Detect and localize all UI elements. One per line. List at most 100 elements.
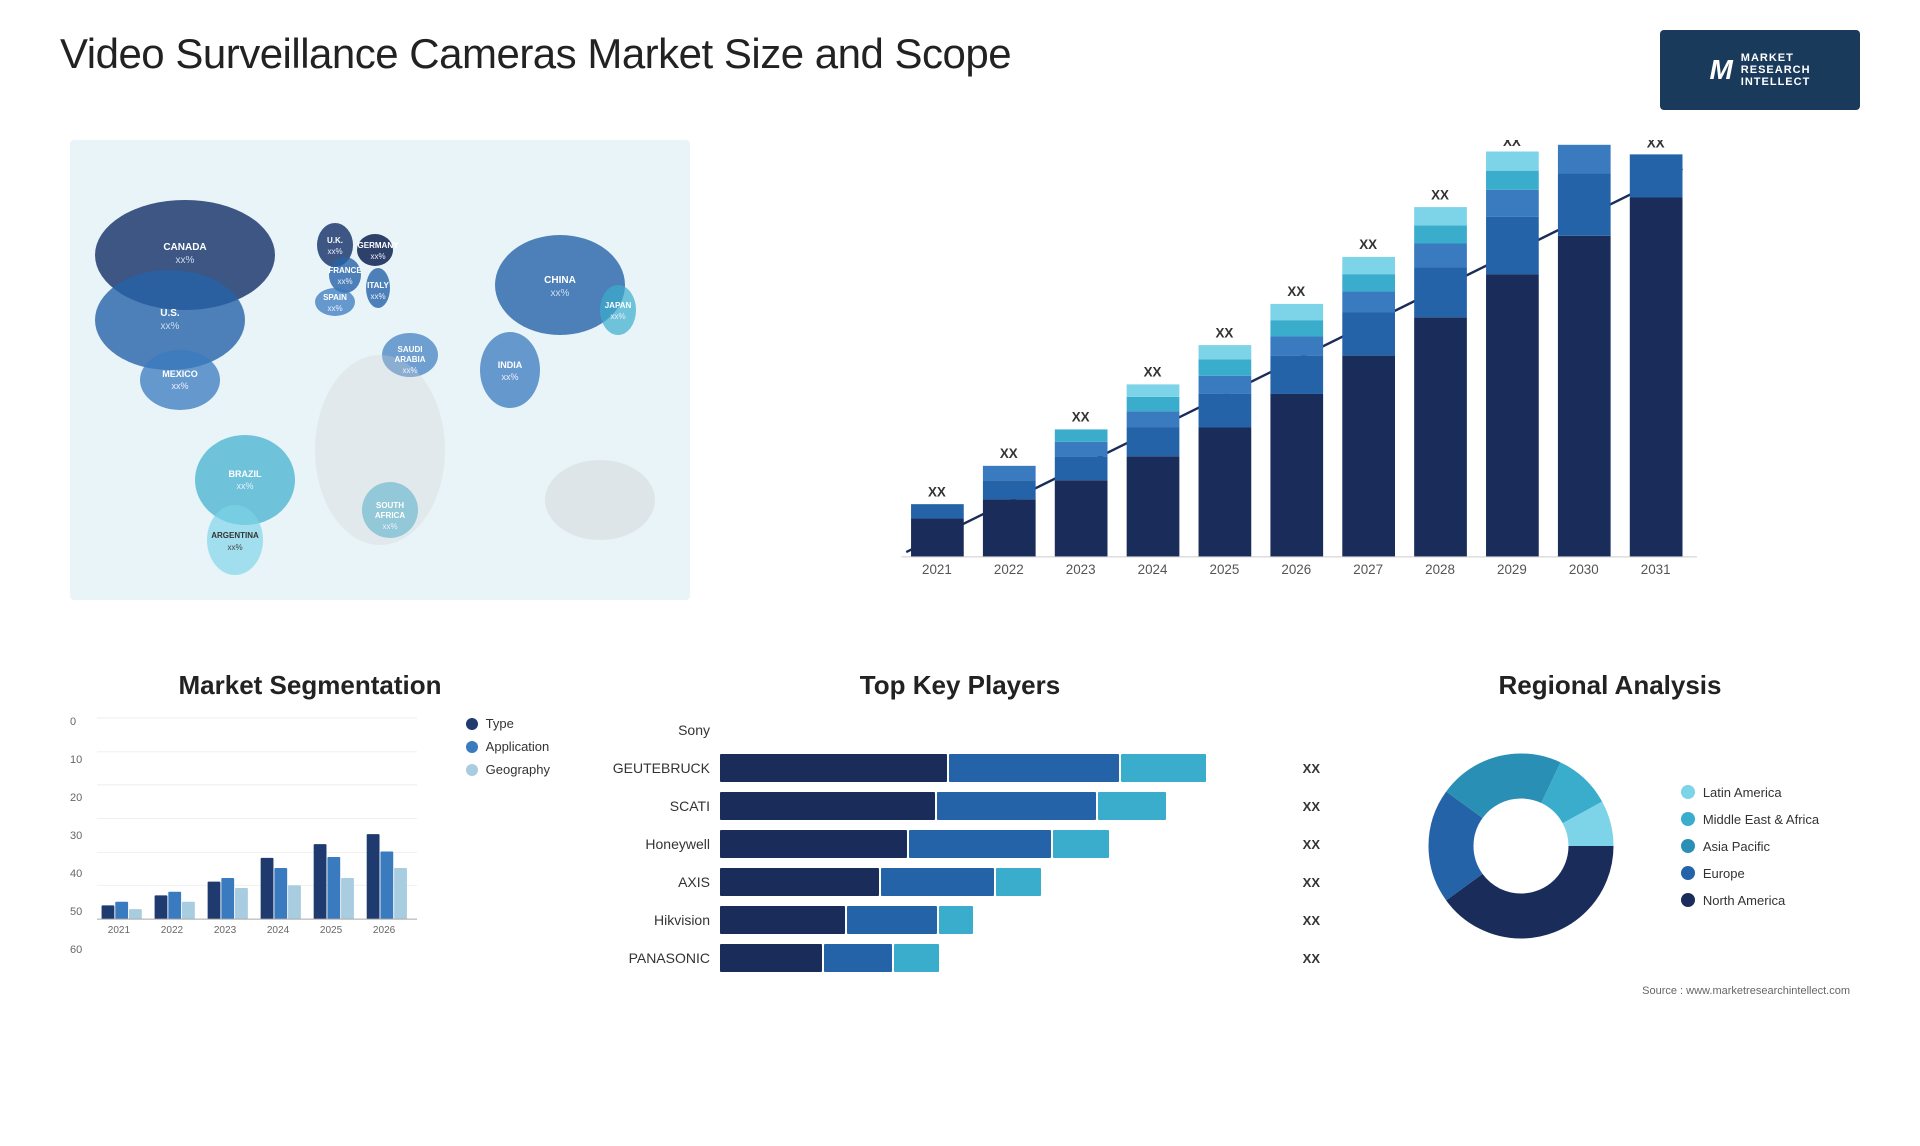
- svg-text:CANADA: CANADA: [163, 242, 206, 253]
- svg-text:xx%: xx%: [176, 255, 195, 266]
- player-bar-seg: [847, 906, 938, 934]
- player-bar-seg: [909, 830, 1051, 858]
- player-bar-seg: [824, 944, 892, 972]
- geography-dot: [466, 764, 478, 776]
- svg-text:ARABIA: ARABIA: [394, 355, 425, 364]
- player-bar-seg: [939, 906, 973, 934]
- svg-text:2026: 2026: [373, 925, 396, 936]
- bottom-grid: Market Segmentation 60 50 40 30 20 10 0: [60, 660, 1860, 1009]
- page: Video Surveillance Cameras Market Size a…: [0, 0, 1920, 1146]
- svg-text:xx%: xx%: [551, 288, 570, 299]
- player-bar-seg: [996, 868, 1041, 896]
- player-bar-seg: [720, 792, 935, 820]
- svg-text:xx%: xx%: [610, 312, 625, 321]
- svg-text:xx%: xx%: [236, 481, 253, 491]
- chart-section: XX XX XX XX: [700, 130, 1860, 650]
- legend-asia-pacific: Asia Pacific: [1681, 839, 1819, 854]
- player-bars-scati: [720, 792, 1287, 820]
- legend-north-america: North America: [1681, 893, 1819, 908]
- svg-text:xx%: xx%: [327, 247, 342, 256]
- svg-text:xx%: xx%: [161, 321, 180, 332]
- svg-text:2028: 2028: [1425, 562, 1455, 577]
- player-name-scati: SCATI: [600, 798, 710, 814]
- source-text: Source : www.marketresearchintellect.com: [1642, 985, 1850, 997]
- legend-list: Latin America Middle East & Africa Asia …: [1681, 785, 1819, 908]
- svg-text:2027: 2027: [1353, 562, 1383, 577]
- player-bars-panasonic: [720, 944, 1287, 972]
- svg-text:2023: 2023: [1066, 562, 1096, 577]
- svg-text:ARGENTINA: ARGENTINA: [211, 531, 259, 540]
- segmentation-title: Market Segmentation: [70, 670, 550, 701]
- donut-svg: [1401, 726, 1641, 966]
- player-bars-sony: [720, 716, 1320, 744]
- segmentation-chart-svg: 2021 2022 2023 2024 2025 2026: [97, 716, 417, 976]
- svg-text:xx%: xx%: [370, 252, 385, 261]
- svg-text:SOUTH: SOUTH: [376, 501, 404, 510]
- player-val: XX: [1303, 761, 1320, 776]
- logo-line2: RESEARCH: [1741, 64, 1811, 76]
- player-bar-seg: [1053, 830, 1110, 858]
- legend-label-asia-pacific: Asia Pacific: [1703, 839, 1770, 854]
- legend-dot-north-america: [1681, 893, 1695, 907]
- svg-text:XX: XX: [1215, 325, 1233, 340]
- player-val: XX: [1303, 913, 1320, 928]
- legend-dot-europe: [1681, 866, 1695, 880]
- svg-text:BRAZIL: BRAZIL: [229, 469, 262, 479]
- application-label: Application: [486, 739, 550, 754]
- legend-label-latin-america: Latin America: [1703, 785, 1782, 800]
- svg-text:ITALY: ITALY: [367, 281, 389, 290]
- player-row-scati: SCATI XX: [600, 792, 1320, 820]
- player-row-sony: Sony: [600, 716, 1320, 744]
- player-bars-honeywell: [720, 830, 1287, 858]
- svg-text:xx%: xx%: [327, 304, 342, 313]
- svg-text:xx%: xx%: [382, 522, 397, 531]
- logo-line1: MARKET: [1741, 52, 1811, 64]
- legend-label-middle-east: Middle East & Africa: [1703, 812, 1819, 827]
- logo-text: MARKET RESEARCH INTELLECT: [1741, 52, 1811, 88]
- player-row-axis: AXIS XX: [600, 868, 1320, 896]
- svg-text:MEXICO: MEXICO: [162, 369, 198, 379]
- svg-text:XX: XX: [1000, 446, 1018, 461]
- player-val: XX: [1303, 951, 1320, 966]
- player-bar-seg: [937, 792, 1096, 820]
- regional-section: Regional Analysis: [1360, 660, 1860, 1009]
- svg-text:2025: 2025: [320, 925, 343, 936]
- seg-legend-type: Type: [466, 716, 550, 731]
- player-row-hikvision: Hikvision XX: [600, 906, 1320, 934]
- player-name-hikvision: Hikvision: [600, 912, 710, 928]
- type-dot: [466, 718, 478, 730]
- svg-text:xx%: xx%: [337, 277, 352, 286]
- player-bar-seg: [720, 868, 879, 896]
- segmentation-section: Market Segmentation 60 50 40 30 20 10 0: [60, 660, 560, 1009]
- map-container: CANADA xx% U.S. xx% MEXICO xx% BRAZIL xx…: [70, 140, 690, 600]
- svg-text:AFRICA: AFRICA: [375, 511, 405, 520]
- svg-text:xx%: xx%: [227, 543, 242, 552]
- player-val: XX: [1303, 799, 1320, 814]
- player-val: XX: [1303, 837, 1320, 852]
- svg-text:2029: 2029: [1497, 562, 1527, 577]
- seg-legend-application: Application: [466, 739, 550, 754]
- svg-text:XX: XX: [1575, 140, 1593, 141]
- seg-legend-geography: Geography: [466, 762, 550, 777]
- logo-line3: INTELLECT: [1741, 76, 1811, 88]
- svg-text:XX: XX: [1431, 187, 1449, 202]
- player-bar-seg: [949, 754, 1119, 782]
- player-name-geutebruck: GEUTEBRUCK: [600, 760, 710, 776]
- player-bar-seg: [720, 830, 907, 858]
- geography-label: Geography: [486, 762, 550, 777]
- svg-text:SAUDI: SAUDI: [398, 345, 423, 354]
- main-grid: CANADA xx% U.S. xx% MEXICO xx% BRAZIL xx…: [60, 130, 1860, 1009]
- player-bar-seg: [894, 944, 939, 972]
- legend-latin-america: Latin America: [1681, 785, 1819, 800]
- player-bars-axis: [720, 868, 1287, 896]
- header: Video Surveillance Cameras Market Size a…: [60, 30, 1860, 110]
- map-section: CANADA xx% U.S. xx% MEXICO xx% BRAZIL xx…: [60, 130, 700, 650]
- donut-legend: Latin America Middle East & Africa Asia …: [1401, 726, 1819, 966]
- logo-letter: M: [1709, 54, 1732, 86]
- logo: M MARKET RESEARCH INTELLECT: [1660, 30, 1860, 110]
- players-section: Top Key Players Sony GEUTEBRUCK XX: [580, 660, 1340, 1009]
- svg-text:2021: 2021: [108, 925, 131, 936]
- player-bars-hikvision: [720, 906, 1287, 934]
- page-title: Video Surveillance Cameras Market Size a…: [60, 30, 1011, 78]
- svg-text:xx%: xx%: [370, 292, 385, 301]
